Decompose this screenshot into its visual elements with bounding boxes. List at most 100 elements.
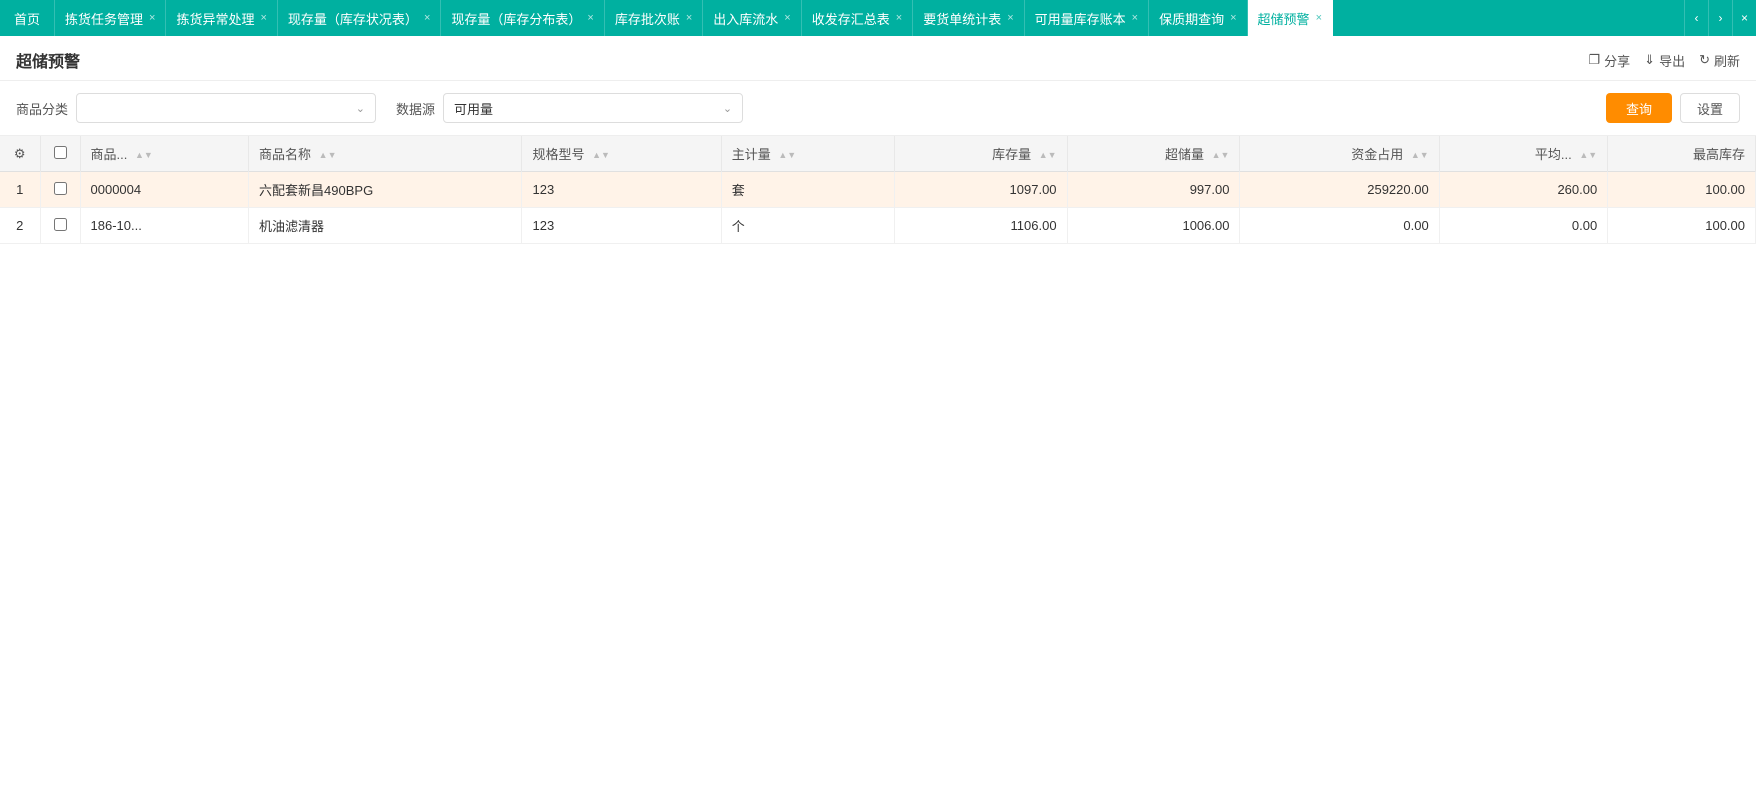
category-filter: 商品分类 ⌄ [16, 93, 376, 123]
refresh-action[interactable]: ↻ 刷新 [1699, 51, 1740, 70]
th-gear[interactable]: ⚙ [0, 136, 40, 172]
tab-10[interactable]: 保质期查询 × [1149, 0, 1247, 36]
tab-3-close[interactable]: × [424, 12, 430, 24]
nav-arrow-left[interactable]: ‹ [1684, 0, 1708, 36]
th-code[interactable]: 商品... ▲▼ [80, 136, 249, 172]
tab-1-close[interactable]: × [149, 12, 155, 24]
nav-arrow-close[interactable]: × [1732, 0, 1756, 36]
sort-over-icon: ▲▼ [1212, 151, 1230, 160]
cell-unit-2: 个 [721, 208, 894, 244]
cell-stock-1: 1097.00 [894, 172, 1067, 208]
cell-check-2[interactable] [40, 208, 80, 244]
tab-5[interactable]: 库存批次账 × [605, 0, 703, 36]
tab-2-close[interactable]: × [260, 12, 266, 24]
tab-7-close[interactable]: × [896, 12, 902, 24]
sort-name-icon: ▲▼ [319, 151, 337, 160]
page-header: 超储预警 ❐ 分享 ⇓ 导出 ↻ 刷新 [0, 36, 1756, 81]
cell-num-2: 2 [0, 208, 40, 244]
row-2-checkbox[interactable] [54, 218, 67, 231]
sort-avg-icon: ▲▼ [1579, 151, 1597, 160]
th-stock[interactable]: 库存量 ▲▼ [894, 136, 1067, 172]
tab-8[interactable]: 要货单统计表 × [913, 0, 1024, 36]
share-label: 分享 [1604, 51, 1630, 70]
datasource-filter: 数据源 可用量 ⌄ [396, 93, 743, 123]
tab-8-close[interactable]: × [1007, 12, 1013, 24]
sort-spec-icon: ▲▼ [592, 151, 610, 160]
nav-arrows: ‹ › × [1684, 0, 1756, 36]
filter-actions: 查询 设置 [1606, 93, 1740, 123]
tab-10-close[interactable]: × [1230, 12, 1236, 24]
tab-6-close[interactable]: × [784, 12, 790, 24]
export-action[interactable]: ⇓ 导出 [1644, 51, 1685, 70]
refresh-icon: ↻ [1699, 52, 1710, 68]
gear-icon: ⚙ [14, 146, 26, 161]
cell-name-1: 六配套新昌490BPG [249, 172, 522, 208]
cell-spec-1: 123 [522, 172, 721, 208]
cell-unit-1: 套 [721, 172, 894, 208]
page-actions: ❐ 分享 ⇓ 导出 ↻ 刷新 [1588, 51, 1740, 70]
cell-check-1[interactable] [40, 172, 80, 208]
top-nav: 首页 拣货任务管理 × 拣货异常处理 × 现存量（库存状况表） × 现存量（库存… [0, 0, 1756, 36]
datasource-label: 数据源 [396, 99, 435, 118]
tab-7[interactable]: 收发存汇总表 × [802, 0, 913, 36]
tab-11[interactable]: 超储预警 × [1248, 0, 1333, 36]
nav-home[interactable]: 首页 [0, 0, 55, 36]
datasource-select-arrow: ⌄ [723, 102, 732, 115]
nav-arrow-right[interactable]: › [1708, 0, 1732, 36]
tab-6[interactable]: 出入库流水 × [703, 0, 801, 36]
cell-capital-1: 259220.00 [1240, 172, 1439, 208]
th-checkbox[interactable] [40, 136, 80, 172]
tab-2[interactable]: 拣货异常处理 × [166, 0, 277, 36]
cell-over-2: 1006.00 [1067, 208, 1240, 244]
tab-9[interactable]: 可用量库存账本 × [1025, 0, 1149, 36]
th-name[interactable]: 商品名称 ▲▼ [249, 136, 522, 172]
cell-over-1: 997.00 [1067, 172, 1240, 208]
category-select[interactable]: ⌄ [76, 93, 376, 123]
sort-stock-icon: ▲▼ [1039, 151, 1057, 160]
tab-4-close[interactable]: × [587, 12, 593, 24]
cell-name-2: 机油滤清器 [249, 208, 522, 244]
table-header-row: ⚙ 商品... ▲▼ 商品名称 ▲▼ 规格型号 ▲▼ [0, 136, 1756, 172]
share-icon: ❐ [1588, 52, 1600, 68]
tab-11-close[interactable]: × [1316, 12, 1322, 24]
datasource-select-value: 可用量 [454, 99, 723, 118]
select-all-checkbox[interactable] [54, 146, 67, 159]
th-avg[interactable]: 平均... ▲▼ [1439, 136, 1608, 172]
tab-5-close[interactable]: × [686, 12, 692, 24]
cell-avg-1: 260.00 [1439, 172, 1608, 208]
settings-button[interactable]: 设置 [1680, 93, 1740, 123]
cell-num-1: 1 [0, 172, 40, 208]
category-select-arrow: ⌄ [356, 102, 365, 115]
cell-max-2: 100.00 [1608, 208, 1756, 244]
table-row: 1 0000004 六配套新昌490BPG 123 套 [0, 172, 1756, 208]
sort-code-icon: ▲▼ [135, 151, 153, 160]
datasource-select[interactable]: 可用量 ⌄ [443, 93, 743, 123]
sort-unit-icon: ▲▼ [778, 151, 796, 160]
page-title: 超储预警 [16, 48, 80, 72]
query-button[interactable]: 查询 [1606, 93, 1672, 123]
page-content: 超储预警 ❐ 分享 ⇓ 导出 ↻ 刷新 商品分类 ⌄ 数据源 [0, 36, 1756, 800]
cell-spec-2: 123 [522, 208, 721, 244]
row-1-checkbox[interactable] [54, 182, 67, 195]
cell-code-2: 186-10... [80, 208, 249, 244]
th-max[interactable]: 最高库存 [1608, 136, 1756, 172]
cell-max-1: 100.00 [1608, 172, 1756, 208]
tab-3[interactable]: 现存量（库存状况表） × [278, 0, 441, 36]
tab-9-close[interactable]: × [1132, 12, 1138, 24]
th-spec[interactable]: 规格型号 ▲▼ [522, 136, 721, 172]
export-icon: ⇓ [1644, 52, 1655, 68]
th-capital[interactable]: 资金占用 ▲▼ [1240, 136, 1439, 172]
tab-4[interactable]: 现存量（库存分布表） × [441, 0, 604, 36]
category-label: 商品分类 [16, 99, 68, 118]
table-row: 2 186-10... 机油滤清器 123 个 [0, 208, 1756, 244]
th-unit[interactable]: 主计量 ▲▼ [721, 136, 894, 172]
export-label: 导出 [1659, 51, 1685, 70]
filter-bar: 商品分类 ⌄ 数据源 可用量 ⌄ 查询 设置 [0, 81, 1756, 136]
tab-1[interactable]: 拣货任务管理 × [55, 0, 166, 36]
share-action[interactable]: ❐ 分享 [1588, 51, 1630, 70]
table-container: ⚙ 商品... ▲▼ 商品名称 ▲▼ 规格型号 ▲▼ [0, 136, 1756, 244]
data-table: ⚙ 商品... ▲▼ 商品名称 ▲▼ 规格型号 ▲▼ [0, 136, 1756, 244]
cell-stock-2: 1106.00 [894, 208, 1067, 244]
refresh-label: 刷新 [1714, 51, 1740, 70]
th-over[interactable]: 超储量 ▲▼ [1067, 136, 1240, 172]
